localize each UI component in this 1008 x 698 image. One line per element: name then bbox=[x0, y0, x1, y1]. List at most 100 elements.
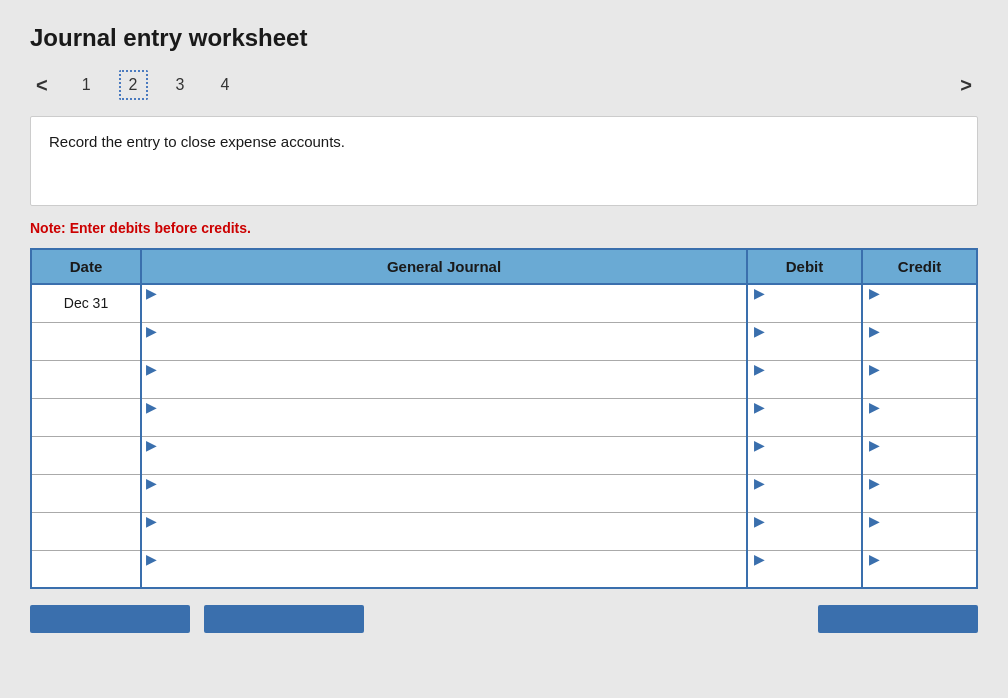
credit-input-5[interactable] bbox=[869, 491, 970, 511]
debit-cell-7[interactable]: ▶ bbox=[747, 550, 862, 588]
tab-1[interactable]: 1 bbox=[74, 72, 99, 98]
credit-arrow-2: ▶ bbox=[869, 361, 880, 377]
debit-arrow-0: ▶ bbox=[754, 285, 765, 301]
debit-arrow-6: ▶ bbox=[754, 513, 765, 529]
journal-cell-0[interactable]: ▶ bbox=[141, 284, 747, 322]
credit-input-3[interactable] bbox=[869, 415, 970, 435]
debit-input-5[interactable] bbox=[754, 491, 855, 511]
date-input-6[interactable] bbox=[38, 521, 134, 541]
credit-input-2[interactable] bbox=[869, 377, 970, 397]
journal-arrow-1: ▶ bbox=[146, 323, 157, 339]
credit-cell-6[interactable]: ▶ bbox=[862, 512, 977, 550]
journal-input-3[interactable] bbox=[146, 415, 740, 435]
debit-input-7[interactable] bbox=[754, 567, 855, 587]
table-row: ▶ ▶ ▶ bbox=[31, 360, 977, 398]
credit-input-7[interactable] bbox=[869, 567, 970, 587]
journal-cell-1[interactable]: ▶ bbox=[141, 322, 747, 360]
credit-cell-5[interactable]: ▶ bbox=[862, 474, 977, 512]
date-cell-5[interactable] bbox=[31, 474, 141, 512]
credit-cell-2[interactable]: ▶ bbox=[862, 360, 977, 398]
tab-2[interactable]: 2 bbox=[119, 70, 148, 100]
date-input-1[interactable] bbox=[38, 331, 134, 351]
journal-input-0[interactable] bbox=[146, 301, 740, 321]
journal-cell-6[interactable]: ▶ bbox=[141, 512, 747, 550]
debit-cell-4[interactable]: ▶ bbox=[747, 436, 862, 474]
tab-3[interactable]: 3 bbox=[168, 72, 193, 98]
date-input-5[interactable] bbox=[38, 483, 134, 503]
table-row: ▶ ▶ ▶ bbox=[31, 436, 977, 474]
debit-input-2[interactable] bbox=[754, 377, 855, 397]
journal-arrow-2: ▶ bbox=[146, 361, 157, 377]
journal-input-6[interactable] bbox=[146, 529, 740, 549]
instruction-text: Record the entry to close expense accoun… bbox=[49, 133, 345, 150]
next-arrow[interactable]: > bbox=[954, 72, 978, 99]
bottom-button-1[interactable] bbox=[30, 605, 190, 633]
bottom-row bbox=[30, 605, 978, 633]
credit-cell-1[interactable]: ▶ bbox=[862, 322, 977, 360]
credit-cell-3[interactable]: ▶ bbox=[862, 398, 977, 436]
bottom-button-3[interactable] bbox=[818, 605, 978, 633]
table-row: Dec 31 ▶ ▶ ▶ bbox=[31, 284, 977, 322]
debit-cell-2[interactable]: ▶ bbox=[747, 360, 862, 398]
date-input-3[interactable] bbox=[38, 407, 134, 427]
journal-arrow-0: ▶ bbox=[146, 285, 157, 301]
journal-input-4[interactable] bbox=[146, 453, 740, 473]
debit-input-0[interactable] bbox=[754, 301, 855, 321]
journal-input-7[interactable] bbox=[146, 567, 740, 587]
debit-cell-6[interactable]: ▶ bbox=[747, 512, 862, 550]
date-input-4[interactable] bbox=[38, 445, 134, 465]
debit-arrow-7: ▶ bbox=[754, 551, 765, 567]
credit-cell-4[interactable]: ▶ bbox=[862, 436, 977, 474]
credit-input-6[interactable] bbox=[869, 529, 970, 549]
date-input-2[interactable] bbox=[38, 369, 134, 389]
debit-cell-1[interactable]: ▶ bbox=[747, 322, 862, 360]
date-cell-6[interactable] bbox=[31, 512, 141, 550]
debit-cell-5[interactable]: ▶ bbox=[747, 474, 862, 512]
journal-arrow-3: ▶ bbox=[146, 399, 157, 415]
credit-arrow-6: ▶ bbox=[869, 513, 880, 529]
journal-arrow-4: ▶ bbox=[146, 437, 157, 453]
debit-input-6[interactable] bbox=[754, 529, 855, 549]
table-row: ▶▶▶ bbox=[31, 398, 977, 436]
prev-arrow[interactable]: < bbox=[30, 72, 54, 99]
debit-input-1[interactable] bbox=[754, 339, 855, 359]
date-cell-0[interactable]: Dec 31 bbox=[31, 284, 141, 322]
credit-cell-7[interactable]: ▶ bbox=[862, 550, 977, 588]
table-row: ▶▶▶ bbox=[31, 474, 977, 512]
tab-4[interactable]: 4 bbox=[212, 72, 237, 98]
journal-input-1[interactable] bbox=[146, 339, 740, 359]
journal-arrow-6: ▶ bbox=[146, 513, 157, 529]
date-cell-4[interactable] bbox=[31, 436, 141, 474]
date-cell-7[interactable] bbox=[31, 550, 141, 588]
journal-cell-7[interactable]: ▶ bbox=[141, 550, 747, 588]
credit-input-4[interactable] bbox=[869, 453, 970, 473]
credit-cell-0[interactable]: ▶ bbox=[862, 284, 977, 322]
debit-arrow-1: ▶ bbox=[754, 323, 765, 339]
journal-cell-4[interactable]: ▶ bbox=[141, 436, 747, 474]
header-debit: Debit bbox=[747, 249, 862, 284]
bottom-button-2[interactable] bbox=[204, 605, 364, 633]
page-title: Journal entry worksheet bbox=[30, 24, 978, 52]
credit-arrow-1: ▶ bbox=[869, 323, 880, 339]
journal-cell-2[interactable]: ▶ bbox=[141, 360, 747, 398]
journal-cell-5[interactable]: ▶ bbox=[141, 474, 747, 512]
journal-input-5[interactable] bbox=[146, 491, 740, 511]
table-row: ▶ ▶ ▶ bbox=[31, 322, 977, 360]
date-input-7[interactable] bbox=[38, 559, 134, 579]
debit-cell-3[interactable]: ▶ bbox=[747, 398, 862, 436]
journal-input-2[interactable] bbox=[146, 377, 740, 397]
table-row: ▶ ▶ ▶ bbox=[31, 512, 977, 550]
debit-input-4[interactable] bbox=[754, 453, 855, 473]
journal-cell-3[interactable]: ▶ bbox=[141, 398, 747, 436]
date-cell-3[interactable] bbox=[31, 398, 141, 436]
debit-cell-0[interactable]: ▶ bbox=[747, 284, 862, 322]
table-row: ▶ ▶ ▶ bbox=[31, 550, 977, 588]
header-credit: Credit bbox=[862, 249, 977, 284]
date-cell-2[interactable] bbox=[31, 360, 141, 398]
credit-input-1[interactable] bbox=[869, 339, 970, 359]
debit-arrow-4: ▶ bbox=[754, 437, 765, 453]
date-cell-1[interactable] bbox=[31, 322, 141, 360]
debit-input-3[interactable] bbox=[754, 415, 855, 435]
credit-input-0[interactable] bbox=[869, 301, 970, 321]
journal-table: Date General Journal Debit Credit Dec 31… bbox=[30, 248, 978, 589]
